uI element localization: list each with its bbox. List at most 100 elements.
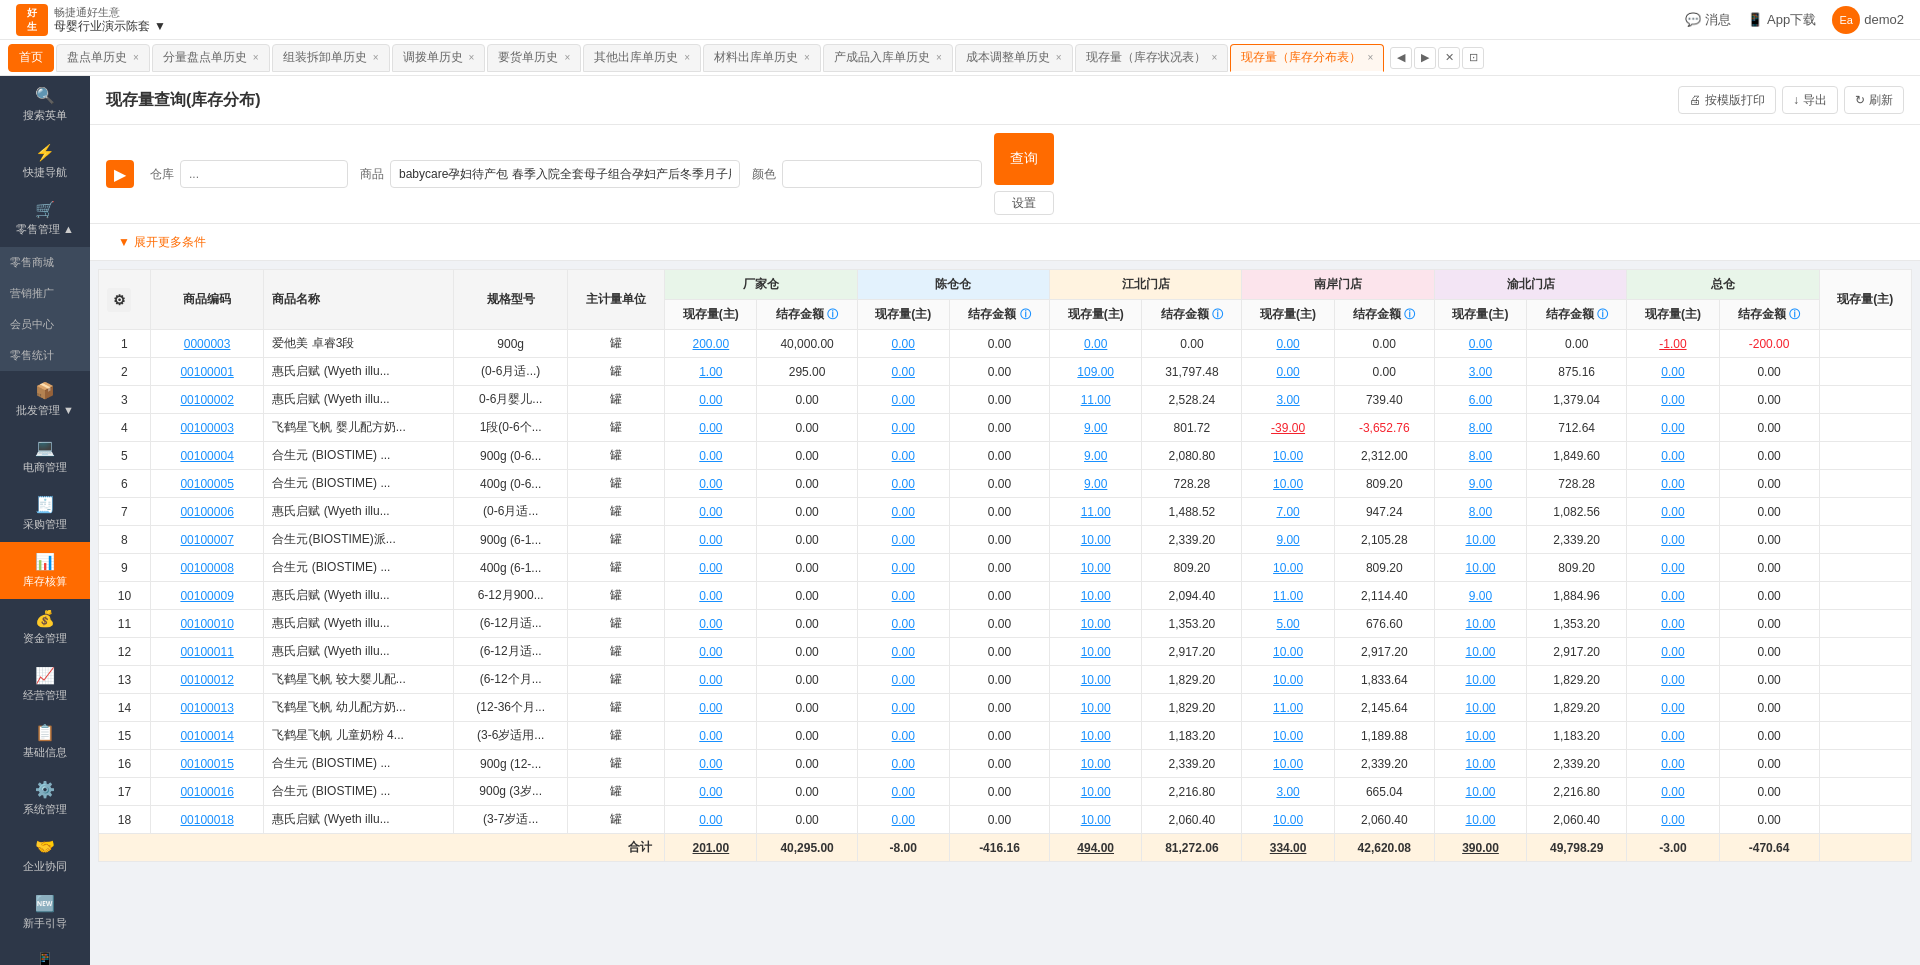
cell-na-stock[interactable]: 0.00 (1242, 330, 1334, 358)
cell-jb-stock[interactable]: 11.00 (1050, 386, 1142, 414)
cell-tot-stock[interactable]: -1.00 (1627, 330, 1719, 358)
cell-jb-stock[interactable]: 9.00 (1050, 414, 1142, 442)
cell-na-stock[interactable]: 10.00 (1242, 638, 1334, 666)
goods-input[interactable] (390, 160, 740, 188)
tab-stock-dist[interactable]: 现存量（库存分布表） × (1230, 44, 1384, 72)
cell-chen-stock[interactable]: 0.00 (857, 694, 949, 722)
cell-jb-stock[interactable]: 9.00 (1050, 470, 1142, 498)
cell-na-stock[interactable]: 7.00 (1242, 498, 1334, 526)
cell-tot-stock[interactable]: 0.00 (1627, 694, 1719, 722)
cell-jb-stock[interactable]: 10.00 (1050, 694, 1142, 722)
cell-tot-stock[interactable]: 0.00 (1627, 386, 1719, 414)
cell-tot-stock[interactable]: 0.00 (1627, 582, 1719, 610)
cell-yb-stock[interactable]: 0.00 (1434, 330, 1526, 358)
tab-sub-count-close[interactable]: × (253, 52, 259, 63)
sidebar-item-inventory[interactable]: 📊 库存核算 (0, 542, 90, 599)
summary-jb-stock[interactable]: 494.00 (1050, 834, 1142, 862)
cell-chen-stock[interactable]: 0.00 (857, 638, 949, 666)
logo-sub[interactable]: 母婴行业演示陈套 ▼ (54, 19, 166, 35)
cell-jb-stock[interactable]: 10.00 (1050, 638, 1142, 666)
tab-count-single-close[interactable]: × (133, 52, 139, 63)
cell-jb-stock[interactable]: 11.00 (1050, 498, 1142, 526)
sidebar-item-quick-nav[interactable]: ⚡ 快捷导航 (0, 133, 90, 190)
cell-yb-stock[interactable]: 10.00 (1434, 526, 1526, 554)
cell-yb-stock[interactable]: 3.00 (1434, 358, 1526, 386)
expand-conditions-btn[interactable]: ▼ 展开更多条件 (106, 228, 218, 256)
export-btn[interactable]: ↓ 导出 (1782, 86, 1838, 114)
cell-yb-stock[interactable]: 10.00 (1434, 806, 1526, 834)
sidebar-item-enterprise[interactable]: 🤝 企业协同 (0, 827, 90, 884)
na-info-icon[interactable]: ⓘ (1404, 308, 1415, 320)
tab-finished-in-close[interactable]: × (936, 52, 942, 63)
tab-transfer-close[interactable]: × (469, 52, 475, 63)
cell-yb-stock[interactable]: 10.00 (1434, 666, 1526, 694)
tab-other-out-close[interactable]: × (684, 52, 690, 63)
cell-jb-stock[interactable]: 10.00 (1050, 806, 1142, 834)
fac-info-icon[interactable]: ⓘ (827, 308, 838, 320)
cell-yb-stock[interactable]: 10.00 (1434, 778, 1526, 806)
sidebar-item-retail[interactable]: 🛒 零售管理 ▲ (0, 190, 90, 247)
cell-jb-stock[interactable]: 10.00 (1050, 666, 1142, 694)
cell-fac-stock[interactable]: 0.00 (665, 526, 757, 554)
cell-chen-stock[interactable]: 0.00 (857, 722, 949, 750)
refresh-btn[interactable]: ↻ 刷新 (1844, 86, 1904, 114)
cell-chen-stock[interactable]: 0.00 (857, 442, 949, 470)
tab-transfer[interactable]: 调拨单历史 × (392, 44, 486, 72)
tab-stock-status[interactable]: 现存量（库存状况表） × (1075, 44, 1229, 72)
app-download-btn[interactable]: 📱 App下载 (1747, 11, 1816, 29)
sidebar-item-ecom[interactable]: 💻 电商管理 (0, 428, 90, 485)
cell-na-stock[interactable]: 10.00 (1242, 722, 1334, 750)
tab-close-all-btn[interactable]: ✕ (1438, 47, 1460, 69)
cell-na-stock[interactable]: 3.00 (1242, 386, 1334, 414)
cell-fac-stock[interactable]: 0.00 (665, 694, 757, 722)
sidebar-item-retail-stats[interactable]: 零售统计 (0, 340, 90, 371)
cell-na-stock[interactable]: 5.00 (1242, 610, 1334, 638)
sidebar-item-basic[interactable]: 📋 基础信息 (0, 713, 90, 770)
cell-chen-stock[interactable]: 0.00 (857, 582, 949, 610)
cell-chen-stock[interactable]: 0.00 (857, 526, 949, 554)
tab-stock-dist-close[interactable]: × (1367, 52, 1373, 63)
warehouse-input[interactable] (180, 160, 348, 188)
cell-chen-stock[interactable]: 0.00 (857, 386, 949, 414)
tab-count-single[interactable]: 盘点单历史 × (56, 44, 150, 72)
cell-yb-stock[interactable]: 10.00 (1434, 554, 1526, 582)
cell-na-stock[interactable]: -39.00 (1242, 414, 1334, 442)
cell-yb-stock[interactable]: 8.00 (1434, 498, 1526, 526)
cell-na-stock[interactable]: 11.00 (1242, 694, 1334, 722)
sidebar-item-system[interactable]: ⚙️ 系统管理 (0, 770, 90, 827)
cell-fac-stock[interactable]: 0.00 (665, 722, 757, 750)
tab-expand-btn[interactable]: ⊡ (1462, 47, 1484, 69)
cell-tot-stock[interactable]: 0.00 (1627, 666, 1719, 694)
settings-icon[interactable]: ⚙ (107, 288, 131, 312)
cell-yb-stock[interactable]: 6.00 (1434, 386, 1526, 414)
settings-btn[interactable]: 设置 (994, 191, 1054, 215)
cell-fac-stock[interactable]: 0.00 (665, 554, 757, 582)
cell-fac-stock[interactable]: 0.00 (665, 806, 757, 834)
cell-jb-stock[interactable]: 0.00 (1050, 330, 1142, 358)
tab-cost-adjust[interactable]: 成本调整单历史 × (955, 44, 1073, 72)
cell-yb-stock[interactable]: 8.00 (1434, 442, 1526, 470)
cell-jb-stock[interactable]: 10.00 (1050, 554, 1142, 582)
sidebar-item-new-guide[interactable]: 🆕 新手引导 (0, 884, 90, 941)
cell-tot-stock[interactable]: 0.00 (1627, 554, 1719, 582)
tab-requisition-close[interactable]: × (564, 52, 570, 63)
cell-yb-stock[interactable]: 10.00 (1434, 610, 1526, 638)
user-area[interactable]: Ea demo2 (1832, 6, 1904, 34)
cell-tot-stock[interactable]: 0.00 (1627, 638, 1719, 666)
print-btn[interactable]: 🖨 按模版打印 (1678, 86, 1776, 114)
cell-jb-stock[interactable]: 10.00 (1050, 750, 1142, 778)
jb-info-icon[interactable]: ⓘ (1212, 308, 1223, 320)
cell-yb-stock[interactable]: 9.00 (1434, 582, 1526, 610)
chen-info-icon[interactable]: ⓘ (1020, 308, 1031, 320)
sidebar-item-member[interactable]: 会员中心 (0, 309, 90, 340)
cell-jb-stock[interactable]: 109.00 (1050, 358, 1142, 386)
cell-na-stock[interactable]: 10.00 (1242, 470, 1334, 498)
color-input[interactable] (782, 160, 982, 188)
cell-jb-stock[interactable]: 10.00 (1050, 610, 1142, 638)
cell-chen-stock[interactable]: 0.00 (857, 554, 949, 582)
cell-yb-stock[interactable]: 8.00 (1434, 414, 1526, 442)
tab-home[interactable]: 首页 (8, 44, 54, 72)
cell-tot-stock[interactable]: 0.00 (1627, 750, 1719, 778)
tab-next-btn[interactable]: ▶ (1414, 47, 1436, 69)
tab-prev-btn[interactable]: ◀ (1390, 47, 1412, 69)
